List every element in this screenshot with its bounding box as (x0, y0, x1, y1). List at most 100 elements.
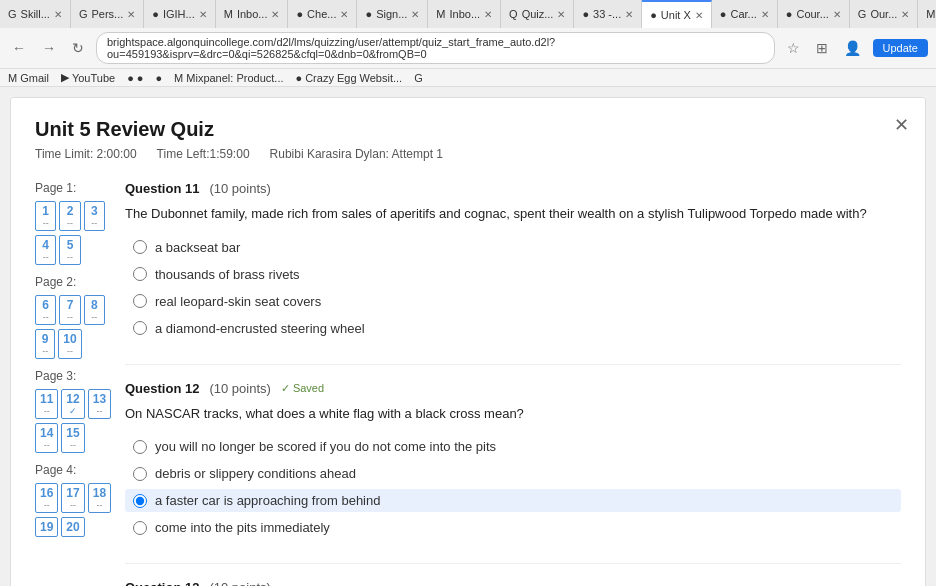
page-nav-17[interactable]: 17-- (61, 483, 84, 513)
question-12-points: (10 points) (209, 381, 270, 396)
tab-close[interactable]: ✕ (54, 9, 62, 20)
tab-close[interactable]: ✕ (340, 9, 348, 20)
page-nav-19[interactable]: 19 (35, 517, 58, 537)
page-nav-3[interactable]: 3-- (84, 201, 105, 231)
tab-inbox3[interactable]: M Inbo... ✕ (918, 0, 936, 28)
question-12-option-c[interactable]: a faster car is approaching from behind (125, 489, 901, 512)
question-13-block: Question 13 (10 points) The Volkswagen B… (125, 580, 901, 586)
bookmark-youtube[interactable]: ▶ YouTube (61, 71, 115, 84)
page-nav-8[interactable]: 8-- (84, 295, 105, 325)
page-nav-13[interactable]: 13-- (88, 389, 111, 419)
tab-close[interactable]: ✕ (411, 9, 419, 20)
dot-icon: ● (127, 72, 134, 84)
tab-icon: ● (582, 8, 589, 20)
question-11-option-d[interactable]: a diamond-encrusted steering wheel (125, 317, 901, 340)
question-11-option-c-text: real leopard-skin seat covers (155, 294, 321, 309)
tab-unit-active[interactable]: ● Unit X ✕ (642, 0, 712, 28)
tab-close[interactable]: ✕ (199, 9, 207, 20)
tab-inbox2[interactable]: M Inbo... ✕ (428, 0, 501, 28)
page-nav-4[interactable]: 4-- (35, 235, 56, 265)
tab-che[interactable]: ● Che... ✕ (288, 0, 357, 28)
back-button[interactable]: ← (8, 38, 30, 58)
page-1-grid-row2: 4-- 5-- (35, 235, 105, 265)
address-bar[interactable]: brightspace.algonquincollege.com/d2l/lms… (96, 32, 775, 64)
tab-close[interactable]: ✕ (901, 9, 909, 20)
page-nav-20[interactable]: 20 (61, 517, 84, 537)
reload-button[interactable]: ↻ (68, 38, 88, 58)
question-11-radio-a[interactable] (133, 240, 147, 254)
question-12-option-b[interactable]: debris or slippery conditions ahead (125, 462, 901, 485)
question-12-text: On NASCAR tracks, what does a white flag… (125, 404, 901, 424)
tab-icon: G (79, 8, 88, 20)
bookmarks-bar: M Gmail ▶ YouTube ● ● ● M Mixpanel: Prod… (0, 69, 936, 87)
tab-icon: ● (720, 8, 727, 20)
question-11-radio-d[interactable] (133, 321, 147, 335)
page-nav-9[interactable]: 9-- (35, 329, 55, 359)
question-12-radio-b[interactable] (133, 467, 147, 481)
question-12-radio-c[interactable] (133, 494, 147, 508)
question-11-option-a[interactable]: a backseat bar (125, 236, 901, 259)
page-4-grid: 16-- 17-- 18-- (35, 483, 105, 513)
page-nav-12[interactable]: 12✓ (61, 389, 84, 419)
tab-sign[interactable]: ● Sign... ✕ (357, 0, 428, 28)
bookmark-gmail[interactable]: M Gmail (8, 71, 49, 84)
question-12-option-d[interactable]: come into the pits immediately (125, 516, 901, 539)
page-nav-14[interactable]: 14-- (35, 423, 58, 453)
update-button[interactable]: Update (873, 39, 928, 57)
tab-close[interactable]: ✕ (557, 9, 565, 20)
tab-icon: ● (786, 8, 793, 20)
question-11-radio-b[interactable] (133, 267, 147, 281)
quiz-close-button[interactable]: ✕ (894, 114, 909, 136)
extensions-button[interactable]: ⊞ (812, 38, 832, 58)
tab-skill[interactable]: G Skill... ✕ (0, 0, 71, 28)
tab-close[interactable]: ✕ (484, 9, 492, 20)
question-11-text: The Dubonnet family, made rich from sale… (125, 204, 901, 224)
tab-quiz[interactable]: Q Quiz... ✕ (501, 0, 574, 28)
question-12-radio-a[interactable] (133, 440, 147, 454)
question-12-number: Question 12 (125, 381, 199, 396)
quiz-meta: Time Limit: 2:00:00 Time Left:1:59:00 Ru… (35, 147, 901, 161)
page-nav-1[interactable]: 1-- (35, 201, 56, 231)
question-12-option-a[interactable]: you will no longer be scored if you do n… (125, 435, 901, 458)
tab-pers[interactable]: G Pers... ✕ (71, 0, 144, 28)
question-11-option-c[interactable]: real leopard-skin seat covers (125, 290, 901, 313)
question-11-radio-c[interactable] (133, 294, 147, 308)
question-12-radio-d[interactable] (133, 521, 147, 535)
tab-close[interactable]: ✕ (127, 9, 135, 20)
page-nav-10[interactable]: 10-- (58, 329, 81, 359)
attempt-info: Rubibi Karasira Dylan: Attempt 1 (270, 147, 443, 161)
page-nav-7[interactable]: 7-- (59, 295, 80, 325)
tab-car[interactable]: ● Car... ✕ (712, 0, 778, 28)
page-nav-15[interactable]: 15-- (61, 423, 84, 453)
tab-close[interactable]: ✕ (833, 9, 841, 20)
question-11-option-b[interactable]: thousands of brass rivets (125, 263, 901, 286)
bookmark-star[interactable]: ☆ (783, 38, 804, 58)
tab-close[interactable]: ✕ (271, 9, 279, 20)
quiz-title: Unit 5 Review Quiz (35, 118, 901, 141)
page-2-grid-row2: 9-- 10-- (35, 329, 105, 359)
tab-cour[interactable]: ● Cour... ✕ (778, 0, 850, 28)
question-12-option-a-text: you will no longer be scored if you do n… (155, 439, 496, 454)
page-nav-6[interactable]: 6-- (35, 295, 56, 325)
tab-igih[interactable]: ● IGIH... ✕ (144, 0, 215, 28)
bookmark-g[interactable]: G (414, 71, 423, 84)
page-nav-5[interactable]: 5-- (59, 235, 80, 265)
bookmark-crazyegg[interactable]: ● Crazy Egg Websit... (296, 71, 403, 84)
page-nav-16[interactable]: 16-- (35, 483, 58, 513)
tab-close[interactable]: ✕ (761, 9, 769, 20)
question-11-number: Question 11 (125, 181, 199, 196)
page-nav-18[interactable]: 18-- (88, 483, 111, 513)
profile-button[interactable]: 👤 (840, 38, 865, 58)
bookmark-dot1[interactable]: ● ● (127, 71, 143, 84)
bookmark-dot2[interactable]: ● (155, 71, 162, 84)
bookmark-mixpanel[interactable]: M Mixpanel: Product... (174, 71, 283, 84)
page-nav-2[interactable]: 2-- (59, 201, 80, 231)
tab-our[interactable]: G Our... ✕ (850, 0, 918, 28)
tab-33[interactable]: ● 33 -... ✕ (574, 0, 642, 28)
tab-inbox1[interactable]: M Inbo... ✕ (216, 0, 289, 28)
question-11-options: a backseat bar thousands of brass rivets… (125, 236, 901, 340)
page-nav-11[interactable]: 11-- (35, 389, 58, 419)
forward-button[interactable]: → (38, 38, 60, 58)
tab-close[interactable]: ✕ (625, 9, 633, 20)
tab-close[interactable]: ✕ (695, 10, 703, 21)
